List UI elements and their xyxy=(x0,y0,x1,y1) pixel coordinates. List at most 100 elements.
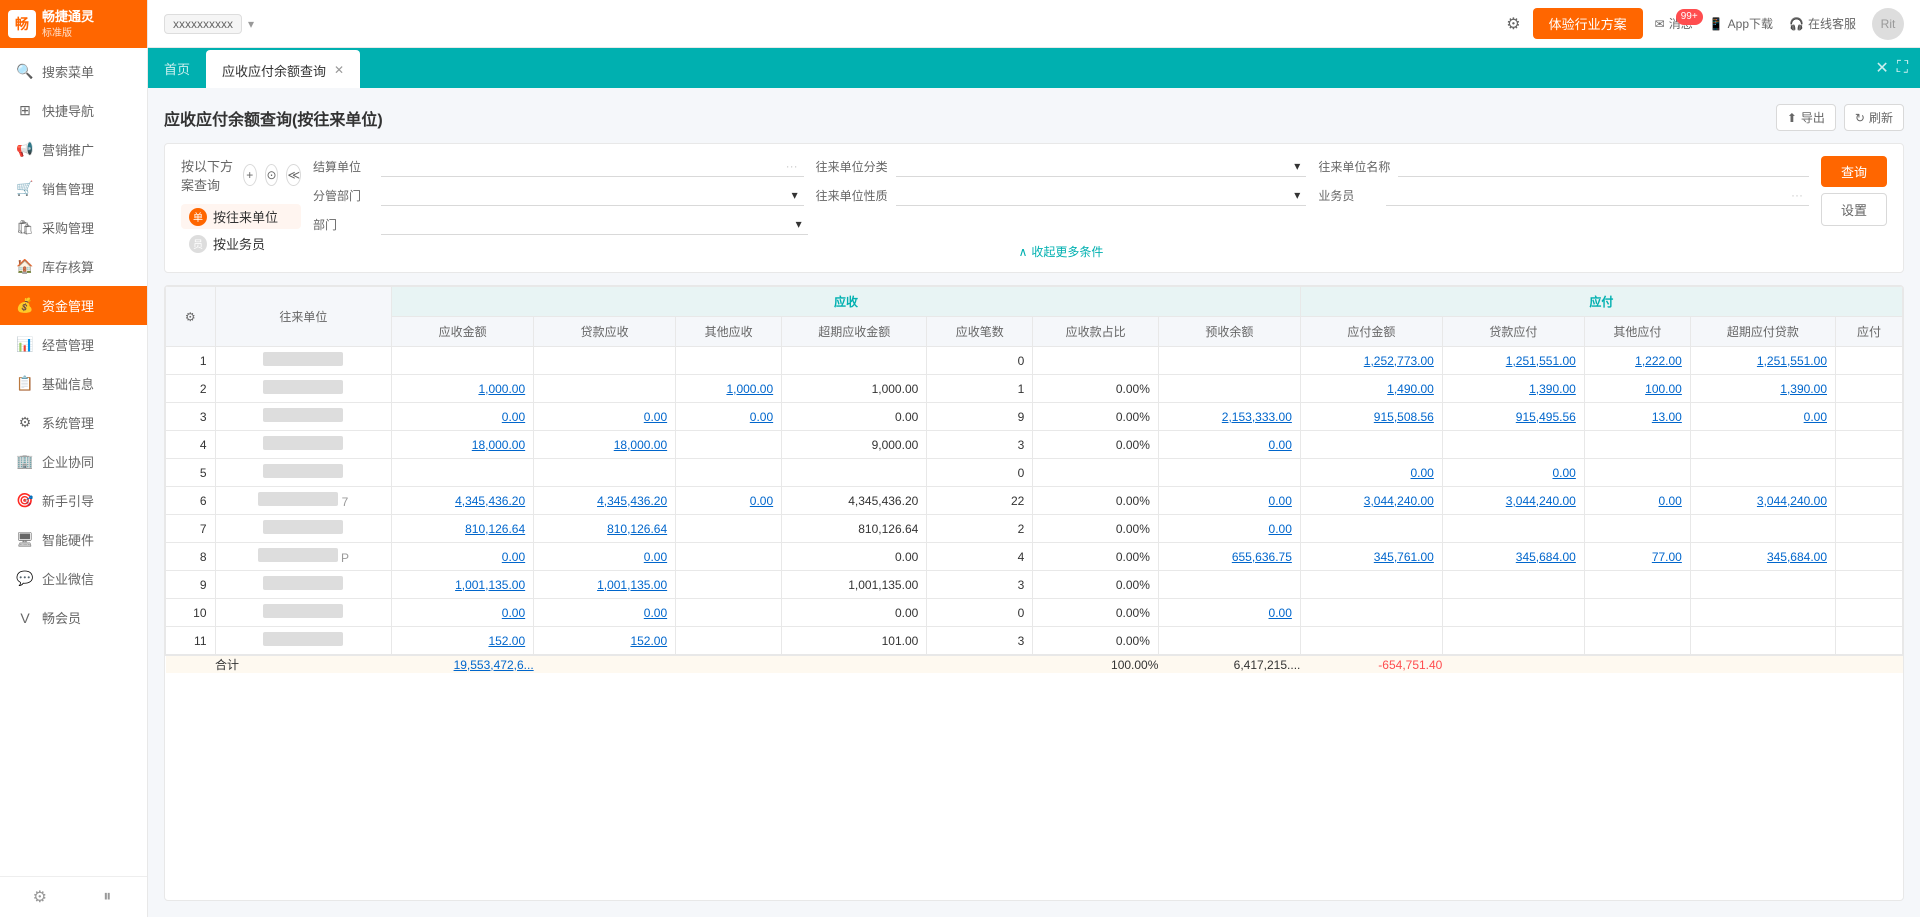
table-settings-icon[interactable]: ⚙ xyxy=(185,310,196,324)
app-download-button[interactable]: 📱 App下载 xyxy=(1709,15,1773,32)
scheme-collapse-button[interactable]: ≪ xyxy=(286,164,301,186)
refresh-button[interactable]: ↻ 刷新 xyxy=(1844,104,1904,131)
search-row-2: 分管部门 ▾ 往来单位性质 ▾ xyxy=(313,185,1809,206)
department-select[interactable]: ▾ xyxy=(381,214,808,235)
table-cell[interactable]: 152.00 xyxy=(534,627,676,656)
table-cell[interactable]: 1,001,135.00 xyxy=(534,571,676,599)
th-settings[interactable]: ⚙ xyxy=(166,287,216,347)
settlement-unit-select[interactable]: ··· xyxy=(381,156,804,177)
sidebar-item-guide[interactable]: 🎯 新手引导 xyxy=(0,481,147,520)
nature-select[interactable]: ▾ xyxy=(896,185,1307,206)
scheme-settings-button[interactable]: ⊙ xyxy=(265,164,279,186)
category-select[interactable]: ▾ xyxy=(896,156,1307,177)
sidebar-item-purchase[interactable]: 🛍 采购管理 xyxy=(0,208,147,247)
table-cell[interactable]: 1,252,773.00 xyxy=(1300,347,1442,375)
sidebar-item-finance[interactable]: 💰 资金管理 xyxy=(0,286,147,325)
table-cell[interactable]: 0.00 xyxy=(392,543,534,571)
sidebar-item-operation[interactable]: 📊 经营管理 xyxy=(0,325,147,364)
sidebar-settings-btn[interactable]: ⚙ xyxy=(10,887,70,907)
table-cell[interactable]: 0.00 xyxy=(392,403,534,431)
table-cell[interactable]: 0.00 xyxy=(1584,487,1690,515)
sidebar-collapse-btn[interactable]: ⏸ xyxy=(78,887,138,907)
table-cell[interactable]: 0.00 xyxy=(1158,487,1300,515)
table-cell[interactable]: 152.00 xyxy=(392,627,534,656)
dept-select[interactable]: ▾ xyxy=(381,185,804,206)
table-cell[interactable]: 1,001,135.00 xyxy=(392,571,534,599)
sidebar-item-quick[interactable]: ⊞ 快捷导航 xyxy=(0,91,147,130)
table-cell[interactable]: 810,126.64 xyxy=(392,515,534,543)
sidebar-item-basic[interactable]: 📋 基础信息 xyxy=(0,364,147,403)
sidebar-item-sales[interactable]: 🛒 销售管理 xyxy=(0,169,147,208)
sidebar-item-marketing[interactable]: 📢 营销推广 xyxy=(0,130,147,169)
user-avatar[interactable]: Rit xyxy=(1872,8,1904,40)
table-cell[interactable]: 0.00 xyxy=(534,599,676,627)
sidebar-item-wechat[interactable]: 💬 企业微信 xyxy=(0,559,147,598)
table-cell[interactable]: 0.00 xyxy=(676,403,782,431)
table-cell[interactable]: 1,000.00 xyxy=(676,375,782,403)
table-cell[interactable]: 4,345,436.20 xyxy=(392,487,534,515)
table-cell[interactable]: 1,490.00 xyxy=(1300,375,1442,403)
table-cell[interactable]: 345,684.00 xyxy=(1442,543,1584,571)
fullscreen-icon[interactable]: ⛶ xyxy=(1897,59,1908,77)
table-cell[interactable]: 18,000.00 xyxy=(534,431,676,459)
search-option-by-unit[interactable]: 单 按往来单位 xyxy=(181,204,301,229)
table-cell[interactable]: 1,222.00 xyxy=(1584,347,1690,375)
topbar-gear-icon[interactable]: ⚙ xyxy=(1506,14,1520,34)
table-cell[interactable]: 655,636.75 xyxy=(1158,543,1300,571)
table-cell[interactable]: 810,126.64 xyxy=(534,515,676,543)
table-cell[interactable]: 0.00 xyxy=(534,543,676,571)
message-button[interactable]: ✉ 消息 99+ xyxy=(1655,15,1693,32)
table-cell[interactable]: 0.00 xyxy=(1158,431,1300,459)
tab-close-icon[interactable]: ✕ xyxy=(334,63,344,77)
add-scheme-button[interactable]: + xyxy=(243,164,257,186)
table-cell[interactable]: 0.00 xyxy=(1158,515,1300,543)
table-cell[interactable]: 0.00 xyxy=(1158,599,1300,627)
tab-ar[interactable]: 应收应付余额查询 ✕ xyxy=(206,50,360,90)
table-container[interactable]: ⚙ 往来单位 应收 应付 应收金额 贷款应收 其他应收 超期应收金额 应收笔数 xyxy=(165,286,1903,900)
salesperson-select[interactable]: ··· xyxy=(1386,185,1809,206)
table-cell[interactable]: 1,390.00 xyxy=(1690,375,1835,403)
table-cell[interactable]: 0.00 xyxy=(676,487,782,515)
table-cell[interactable]: 77.00 xyxy=(1584,543,1690,571)
table-cell[interactable]: 0.00 xyxy=(1300,459,1442,487)
table-cell[interactable]: 100.00 xyxy=(1584,375,1690,403)
total-ar-amount[interactable]: 19,553,472,6... xyxy=(392,655,534,673)
sidebar-item-inventory[interactable]: 🏠 库存核算 xyxy=(0,247,147,286)
sidebar-item-corp[interactable]: 🏢 企业协同 xyxy=(0,442,147,481)
search-header: 按以下方案查询 + ⊙ ≪ xyxy=(181,156,301,194)
table-cell[interactable]: 3,044,240.00 xyxy=(1442,487,1584,515)
table-cell[interactable]: 1,251,551.00 xyxy=(1690,347,1835,375)
settings-button[interactable]: 设置 xyxy=(1821,193,1887,226)
table-cell[interactable]: 0.00 xyxy=(392,599,534,627)
query-button[interactable]: 查询 xyxy=(1821,156,1887,187)
table-cell[interactable]: 1,000.00 xyxy=(392,375,534,403)
table-cell[interactable]: 4,345,436.20 xyxy=(534,487,676,515)
table-cell[interactable]: 2,153,333.00 xyxy=(1158,403,1300,431)
export-button[interactable]: ⬆ 导出 xyxy=(1776,104,1836,131)
table-cell[interactable]: 0.00 xyxy=(1442,459,1584,487)
table-cell[interactable]: 18,000.00 xyxy=(392,431,534,459)
sidebar-item-system[interactable]: ⚙ 系统管理 xyxy=(0,403,147,442)
sidebar-item-hardware[interactable]: 🖥 智能硬件 xyxy=(0,520,147,559)
table-cell[interactable]: 3,044,240.00 xyxy=(1300,487,1442,515)
table-cell[interactable]: 0.00 xyxy=(534,403,676,431)
sidebar-item-member[interactable]: V 畅会员 xyxy=(0,598,147,637)
unit-name-input[interactable] xyxy=(1398,156,1809,177)
sidebar-item-search[interactable]: 🔍 搜索菜单 xyxy=(0,52,147,91)
table-cell[interactable]: 13.00 xyxy=(1584,403,1690,431)
promo-button[interactable]: 体验行业方案 xyxy=(1533,8,1643,39)
search-collapse-button[interactable]: ∧ 收起更多条件 xyxy=(313,243,1809,260)
table-cell[interactable]: 0.00 xyxy=(1690,403,1835,431)
table-cell[interactable]: 915,495.56 xyxy=(1442,403,1584,431)
tab-home[interactable]: 首页 xyxy=(148,48,206,88)
table-cell[interactable]: 3,044,240.00 xyxy=(1690,487,1835,515)
search-option-by-staff[interactable]: 员 按业务员 xyxy=(181,231,301,256)
close-window-icon[interactable]: ✕ xyxy=(1875,58,1888,78)
table-cell[interactable]: 915,508.56 xyxy=(1300,403,1442,431)
table-cell[interactable]: 345,684.00 xyxy=(1690,543,1835,571)
service-button[interactable]: 🎧 在线客服 xyxy=(1789,15,1856,32)
table-cell[interactable]: 1,390.00 xyxy=(1442,375,1584,403)
table-cell[interactable]: 345,761.00 xyxy=(1300,543,1442,571)
table-cell[interactable]: 1,251,551.00 xyxy=(1442,347,1584,375)
address-bar[interactable]: xxxxxxxxxx xyxy=(164,14,242,34)
